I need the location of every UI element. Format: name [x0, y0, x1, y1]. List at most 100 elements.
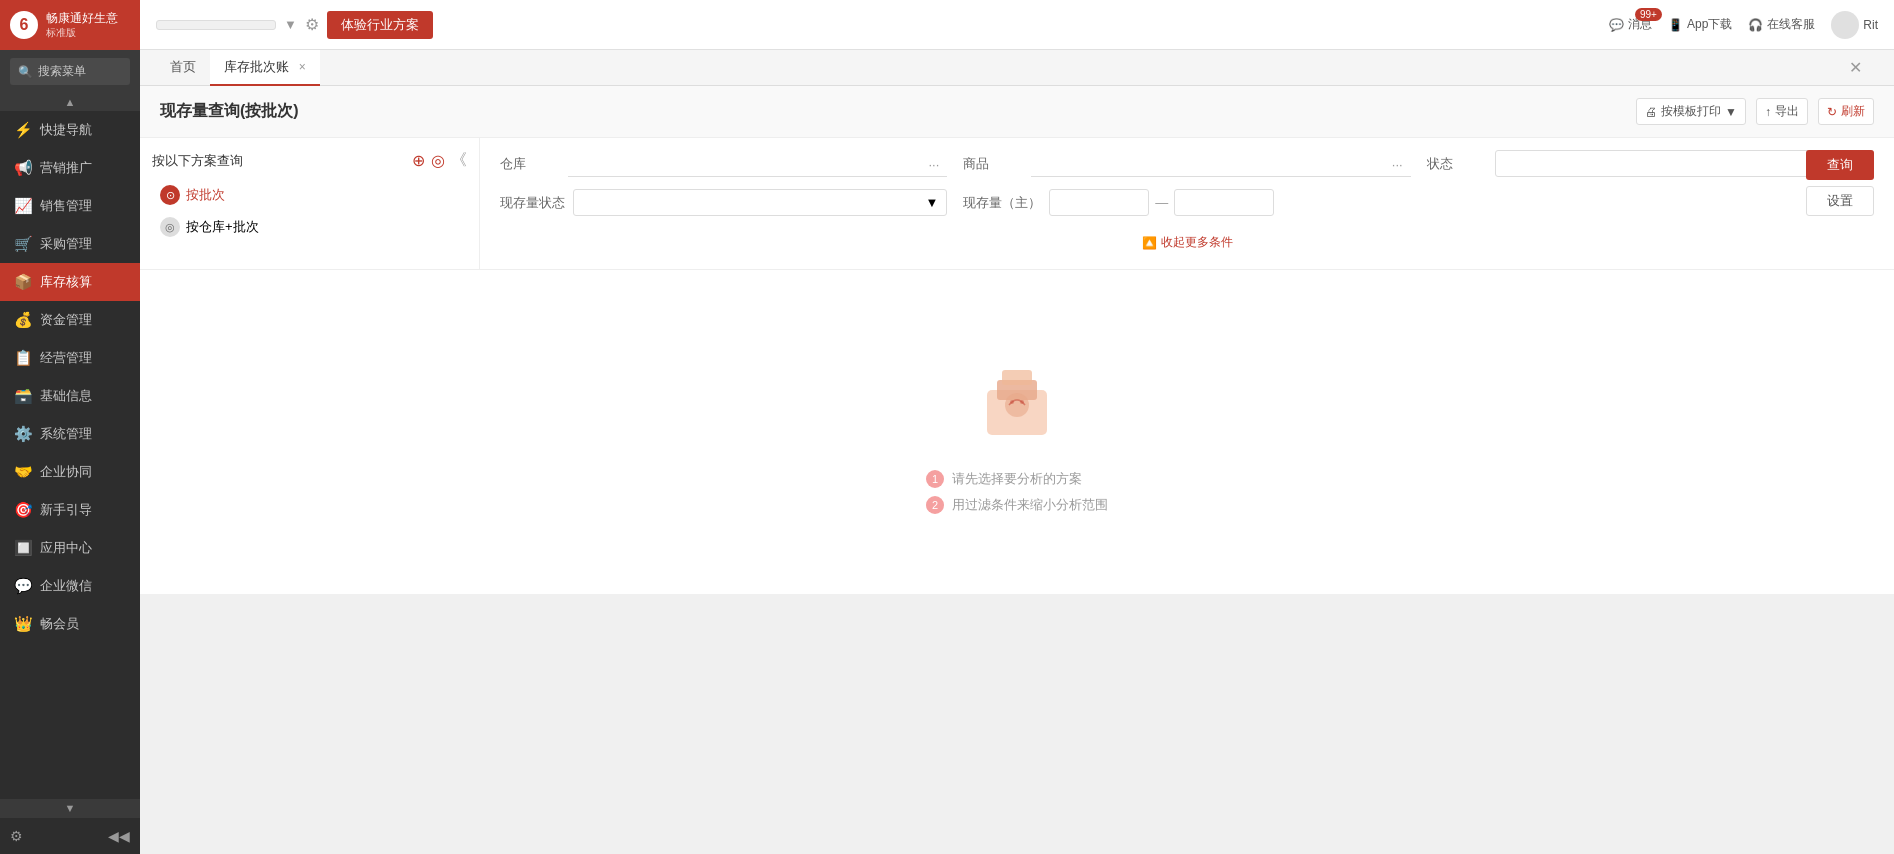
- wechat-icon: 💬: [14, 577, 32, 595]
- status-label: 状态: [1427, 155, 1487, 173]
- inventory-icon: 📦: [14, 273, 32, 291]
- sidebar-item-label: 营销推广: [40, 159, 92, 177]
- sidebar-search-button[interactable]: 🔍 搜索菜单: [10, 58, 130, 85]
- empty-tips: 1 请先选择要分析的方案 2 用过滤条件来缩小分析范围: [926, 470, 1108, 514]
- collapse-up-icon: 🔼: [1142, 236, 1157, 250]
- svg-point-3: [1005, 393, 1029, 417]
- inventory-status-field: 现存量状态 ▼: [500, 189, 947, 216]
- tab-close-right-button[interactable]: ✕: [1833, 48, 1878, 87]
- collapse-scheme-button[interactable]: 《: [451, 150, 467, 171]
- tab-close-button[interactable]: ×: [299, 60, 306, 74]
- scheme-item-batch[interactable]: ⊙ 按批次: [152, 179, 467, 211]
- sidebar-item-quicknav[interactable]: ⚡ 快捷导航: [0, 111, 140, 149]
- sidebar-item-marketing[interactable]: 📢 营销推广: [0, 149, 140, 187]
- sidebar-item-wechat[interactable]: 💬 企业微信: [0, 567, 140, 605]
- inventory-status-select[interactable]: ▼: [573, 189, 947, 216]
- main-area: ▼ ⚙ 体验行业方案 💬 消息 99+ 📱 App下载 🎧 在线客服 Rit: [140, 0, 1894, 854]
- trial-button[interactable]: 体验行业方案: [327, 11, 433, 39]
- customer-service-action[interactable]: 🎧 在线客服: [1748, 16, 1815, 33]
- tab-batch[interactable]: 库存批次账 ×: [210, 50, 320, 86]
- sidebar-item-label: 快捷导航: [40, 121, 92, 139]
- add-scheme-button[interactable]: ⊕: [412, 151, 425, 170]
- settings-footer-button[interactable]: ⚙: [10, 828, 23, 844]
- topbar-dropdown-arrow[interactable]: ▼: [284, 17, 297, 32]
- app-download-action[interactable]: 📱 App下载: [1668, 16, 1732, 33]
- scheme-label-warehouse-batch: 按仓库+批次: [186, 218, 259, 236]
- quicknav-icon: ⚡: [14, 121, 32, 139]
- user-profile-action[interactable]: Rit: [1831, 11, 1878, 39]
- sidebar-item-operation[interactable]: 📋 经营管理: [0, 339, 140, 377]
- sidebar-item-newbie[interactable]: 🎯 新手引导: [0, 491, 140, 529]
- settings-scheme-button[interactable]: ◎: [431, 151, 445, 170]
- sidebar-logo: 6: [10, 11, 38, 39]
- filter-fields-panel: 仓库 ··· 商品: [480, 138, 1894, 269]
- export-button[interactable]: ↑ 导出: [1756, 98, 1808, 125]
- svg-point-5: [1020, 400, 1024, 404]
- page-header: 现存量查询(按批次) 🖨 按模板打印 ▼ ↑ 导出 ↻ 刷新: [140, 86, 1894, 138]
- sidebar-item-label: 企业微信: [40, 577, 92, 595]
- product-label: 商品: [963, 155, 1023, 173]
- empty-tip-2: 2 用过滤条件来缩小分析范围: [926, 496, 1108, 514]
- svg-rect-2: [1002, 370, 1032, 385]
- inventory-qty-field: 现存量（主） —: [963, 189, 1410, 216]
- warehouse-input[interactable]: [568, 151, 947, 177]
- product-more-icon[interactable]: ···: [1392, 156, 1403, 171]
- sidebar-item-basic[interactable]: 🗃️ 基础信息: [0, 377, 140, 415]
- sidebar-item-label: 基础信息: [40, 387, 92, 405]
- sidebar-item-system[interactable]: ⚙️ 系统管理: [0, 415, 140, 453]
- sidebar-item-inventory[interactable]: 📦 库存核算: [0, 263, 140, 301]
- sidebar-header: 6 畅康通好生意 标准版: [0, 0, 140, 50]
- message-action[interactable]: 💬 消息 99+: [1609, 16, 1652, 33]
- warehouse-field: 仓库 ···: [500, 151, 947, 177]
- filter-settings-button[interactable]: 设置: [1806, 186, 1874, 216]
- page-title: 现存量查询(按批次): [160, 101, 299, 122]
- inventory-qty-label: 现存量（主）: [963, 194, 1041, 212]
- filter-row-1: 仓库 ··· 商品: [500, 150, 1874, 177]
- scheme-item-warehouse-batch[interactable]: ◎ 按仓库+批次: [152, 211, 467, 243]
- sidebar-item-finance[interactable]: 💰 资金管理: [0, 301, 140, 339]
- refresh-button[interactable]: ↻ 刷新: [1818, 98, 1874, 125]
- print-button[interactable]: 🖨 按模板打印 ▼: [1636, 98, 1746, 125]
- collapse-sidebar-button[interactable]: ◀◀: [108, 828, 130, 844]
- tabs-container: 首页 库存批次账 × ✕: [156, 48, 1878, 87]
- warehouse-more-icon[interactable]: ···: [928, 156, 939, 171]
- tab-home[interactable]: 首页: [156, 50, 210, 86]
- app-download-label: App下载: [1687, 16, 1732, 33]
- collapse-filter-button[interactable]: 🔼 收起更多条件: [500, 228, 1874, 257]
- filter-panel: 按以下方案查询 ⊕ ◎ 《 ⊙ 按批次 ◎ 按仓库+批次: [140, 138, 1894, 270]
- page-actions: 🖨 按模板打印 ▼ ↑ 导出 ↻ 刷新: [1636, 98, 1874, 125]
- scheme-icon-warehouse-batch: ◎: [160, 217, 180, 237]
- sidebar-item-enterprise[interactable]: 🤝 企业协同: [0, 453, 140, 491]
- sidebar-item-label: 新手引导: [40, 501, 92, 519]
- sidebar-scroll-down[interactable]: ▼: [0, 799, 140, 817]
- sidebar-item-appcenter[interactable]: 🔲 应用中心: [0, 529, 140, 567]
- topbar-right: 💬 消息 99+ 📱 App下载 🎧 在线客服 Rit: [1609, 11, 1878, 39]
- scheme-label-batch: 按批次: [186, 186, 225, 204]
- sidebar-item-sales[interactable]: 📈 销售管理: [0, 187, 140, 225]
- sidebar-item-label: 经营管理: [40, 349, 92, 367]
- filter-row-2: 现存量状态 ▼ 现存量（主）: [500, 189, 1874, 216]
- sidebar: 6 畅康通好生意 标准版 🔍 搜索菜单 ▲ ⚡ 快捷导航 📢 营销推广 📈 销售…: [0, 0, 140, 854]
- topbar-gear-icon[interactable]: ⚙: [305, 15, 319, 34]
- scheme-actions: ⊕ ◎ 《: [412, 150, 467, 171]
- sidebar-item-purchase[interactable]: 🛒 采购管理: [0, 225, 140, 263]
- customer-service-label: 在线客服: [1767, 16, 1815, 33]
- enterprise-icon: 🤝: [14, 463, 32, 481]
- sidebar-search-section[interactable]: 🔍 搜索菜单: [0, 50, 140, 93]
- inventory-qty-min[interactable]: [1049, 189, 1149, 216]
- product-input[interactable]: [1031, 151, 1410, 177]
- sidebar-scroll-up[interactable]: ▲: [0, 93, 140, 111]
- sidebar-item-label: 资金管理: [40, 311, 92, 329]
- query-button[interactable]: 查询: [1806, 150, 1874, 180]
- sidebar-item-member[interactable]: 👑 畅会员: [0, 605, 140, 643]
- topbar-search-box: [156, 20, 276, 30]
- appcenter-icon: 🔲: [14, 539, 32, 557]
- username-label: Rit: [1863, 18, 1878, 32]
- sidebar-brand: 畅康通好生意 标准版: [46, 11, 118, 40]
- inventory-qty-max[interactable]: [1174, 189, 1274, 216]
- qty-separator: —: [1155, 195, 1168, 210]
- topbar: ▼ ⚙ 体验行业方案 💬 消息 99+ 📱 App下载 🎧 在线客服 Rit: [140, 0, 1894, 50]
- content-area: 现存量查询(按批次) 🖨 按模板打印 ▼ ↑ 导出 ↻ 刷新: [140, 86, 1894, 854]
- inventory-qty-range: —: [1049, 189, 1410, 216]
- page: 现存量查询(按批次) 🖨 按模板打印 ▼ ↑ 导出 ↻ 刷新: [140, 86, 1894, 594]
